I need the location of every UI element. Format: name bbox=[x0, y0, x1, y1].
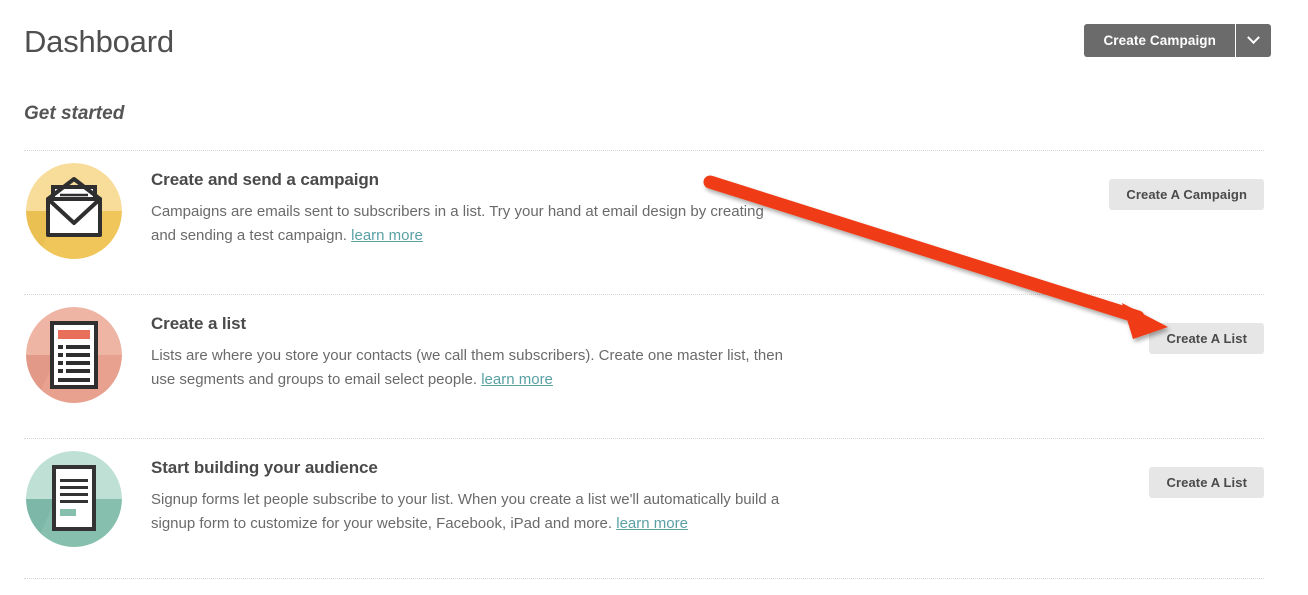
create-campaign-button[interactable]: Create Campaign bbox=[1084, 24, 1235, 57]
card-create-list: Create a list Lists are where you store … bbox=[0, 295, 1308, 439]
card-description: Campaigns are emails sent to subscribers… bbox=[151, 200, 791, 248]
card-title: Start building your audience bbox=[151, 458, 378, 477]
get-started-heading: Get started bbox=[24, 103, 125, 124]
page-header: Dashboard Create Campaign bbox=[0, 0, 1308, 86]
create-campaign-dropdown-button[interactable] bbox=[1235, 24, 1271, 57]
signup-form-icon bbox=[26, 451, 122, 547]
card-title: Create and send a campaign bbox=[151, 170, 379, 189]
card-description-text: Campaigns are emails sent to subscribers… bbox=[151, 203, 764, 244]
dashboard-page: Dashboard Create Campaign Get started Cr… bbox=[0, 0, 1308, 595]
card-description: Signup forms let people subscribe to you… bbox=[151, 488, 791, 536]
card-body: Create and send a campaign Campaigns are… bbox=[151, 151, 791, 248]
create-campaign-button-group: Create Campaign bbox=[1084, 24, 1271, 57]
card-body: Create a list Lists are where you store … bbox=[151, 295, 791, 392]
card-body: Start building your audience Signup form… bbox=[151, 439, 791, 536]
chevron-down-icon bbox=[1247, 31, 1260, 45]
create-a-list-button[interactable]: Create A List bbox=[1149, 323, 1264, 354]
list-document-icon bbox=[26, 307, 122, 403]
card-title: Create a list bbox=[151, 314, 247, 333]
card-description-text: Lists are where you store your contacts … bbox=[151, 347, 783, 388]
card-description: Lists are where you store your contacts … bbox=[151, 344, 791, 392]
learn-more-link[interactable]: learn more bbox=[616, 515, 688, 532]
card-create-campaign: Create and send a campaign Campaigns are… bbox=[0, 151, 1308, 295]
create-a-campaign-button[interactable]: Create A Campaign bbox=[1109, 179, 1264, 210]
learn-more-link[interactable]: learn more bbox=[481, 371, 553, 388]
page-title: Dashboard bbox=[24, 24, 174, 59]
card-build-audience: Start building your audience Signup form… bbox=[0, 439, 1308, 583]
envelope-icon bbox=[26, 163, 122, 259]
create-a-list-button[interactable]: Create A List bbox=[1149, 467, 1264, 498]
learn-more-link[interactable]: learn more bbox=[351, 227, 423, 244]
